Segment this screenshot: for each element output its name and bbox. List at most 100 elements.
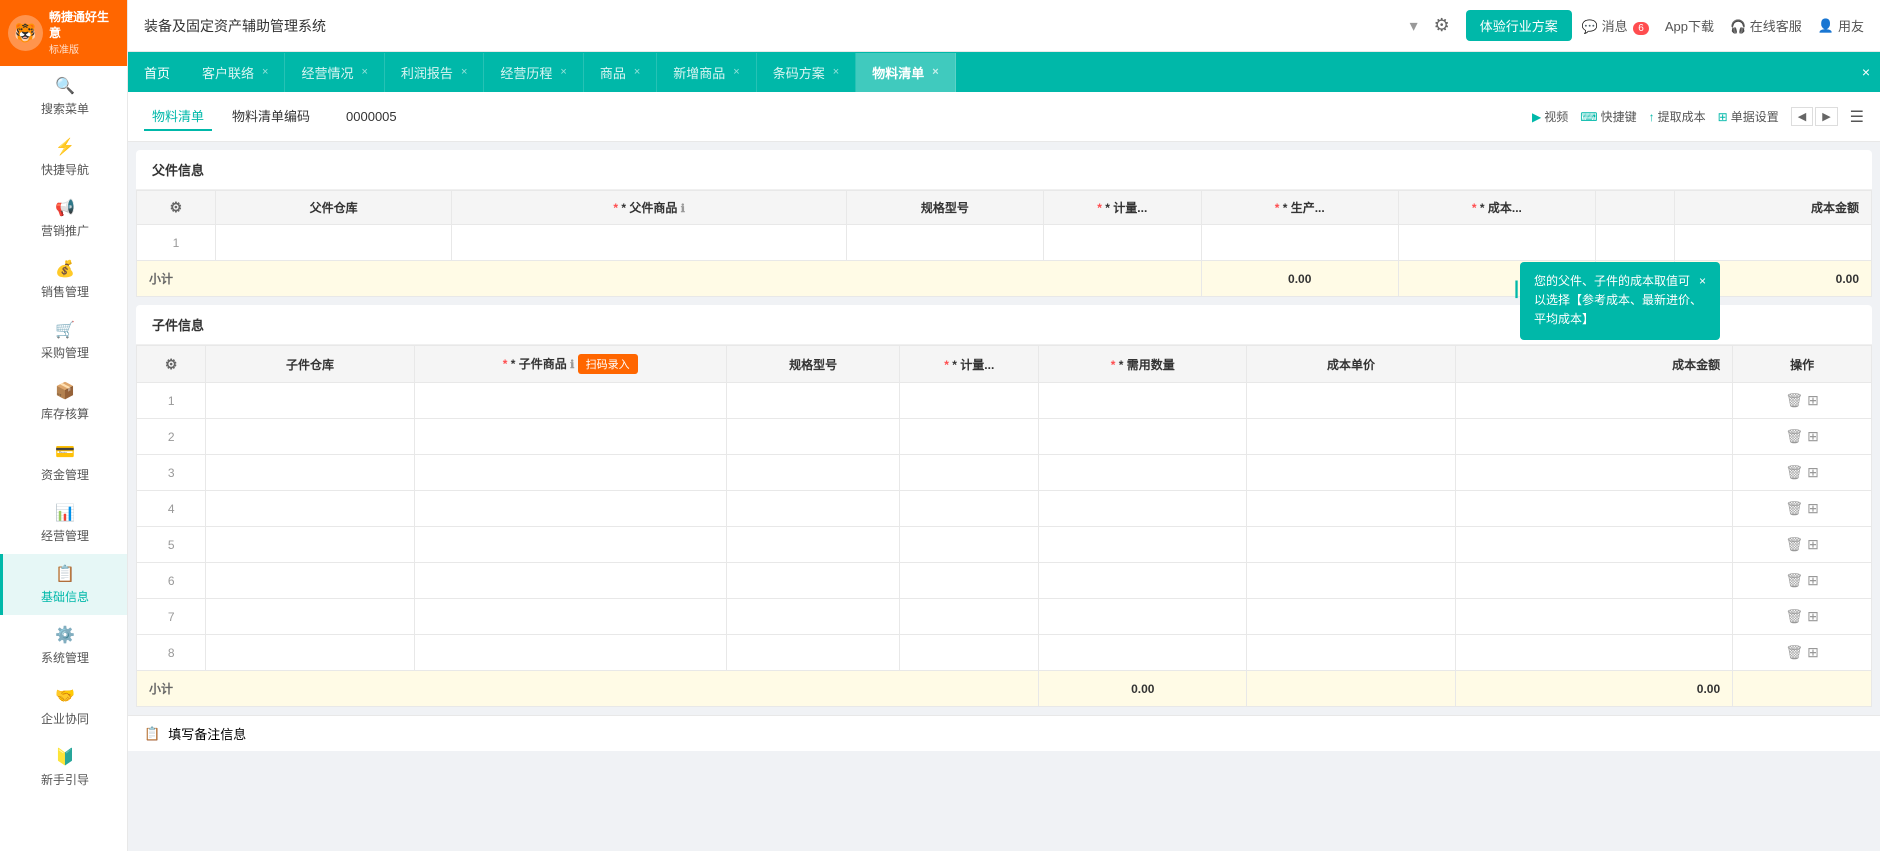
app-download-link[interactable]: App下载 [1665, 16, 1714, 35]
settings-gear-icon[interactable]: ⚙ [1434, 15, 1450, 36]
child-spec-cell[interactable] [726, 491, 900, 527]
child-spec-cell[interactable] [726, 383, 900, 419]
child-unit-cost-cell[interactable] [1247, 383, 1455, 419]
scan-input-button[interactable]: 扫码录入 [578, 354, 638, 374]
child-warehouse-cell[interactable] [206, 455, 414, 491]
child-unit-cost-cell[interactable] [1247, 527, 1455, 563]
tab-new-product[interactable]: 新增商品 × [657, 53, 756, 92]
copy-icon[interactable]: ⊞ [1807, 392, 1819, 409]
sidebar-item-quick-nav[interactable]: ⚡ 快捷导航 [0, 127, 127, 188]
copy-icon[interactable]: ⊞ [1807, 428, 1819, 445]
sidebar-item-finance[interactable]: 💳 资金管理 [0, 432, 127, 493]
sidebar-item-operation[interactable]: 📊 经营管理 [0, 493, 127, 554]
page-tab-bom[interactable]: 物料清单 [144, 102, 212, 131]
child-product-cell[interactable] [414, 455, 726, 491]
delete-icon[interactable]: 🗑 [1785, 428, 1803, 445]
child-unit-cost-cell[interactable] [1247, 635, 1455, 671]
trial-button[interactable]: 体验行业方案 [1466, 10, 1572, 41]
user-avatar[interactable]: 👤 用友 [1818, 16, 1864, 35]
tab-profit[interactable]: 利润报告 × [385, 53, 484, 92]
child-cost-amount-cell[interactable] [1455, 527, 1733, 563]
tab-history[interactable]: 经营历程 × [484, 53, 583, 92]
delete-icon[interactable]: 🗑 [1785, 464, 1803, 481]
tab-barcode[interactable]: 条码方案 × [757, 53, 856, 92]
child-unit-cost-cell[interactable] [1247, 491, 1455, 527]
sidebar-item-system[interactable]: ⚙️ 系统管理 [0, 615, 127, 676]
child-product-cell[interactable] [414, 383, 726, 419]
parent-spec-cell[interactable] [846, 225, 1043, 261]
child-spec-cell[interactable] [726, 527, 900, 563]
child-warehouse-cell[interactable] [206, 383, 414, 419]
child-qty-cell[interactable] [1039, 383, 1247, 419]
sidebar-item-sales[interactable]: 💰 销售管理 [0, 249, 127, 310]
child-product-cell[interactable] [414, 563, 726, 599]
child-warehouse-cell[interactable] [206, 563, 414, 599]
tooltip-close-button[interactable]: × [1699, 272, 1706, 291]
child-product-cell[interactable] [414, 599, 726, 635]
child-settings-gear-icon[interactable]: ⚙ [165, 356, 178, 372]
parent-product-cell[interactable] [452, 225, 846, 261]
child-qty-cell[interactable] [1039, 491, 1247, 527]
child-product-cell[interactable] [414, 419, 726, 455]
child-warehouse-cell[interactable] [206, 635, 414, 671]
child-qty-cell[interactable] [1039, 599, 1247, 635]
delete-icon[interactable]: 🗑 [1785, 644, 1803, 661]
parent-settings-gear-icon[interactable]: ⚙ [170, 199, 183, 215]
delete-icon[interactable]: 🗑 [1785, 392, 1803, 409]
child-unit-cell[interactable] [900, 599, 1039, 635]
view-button[interactable]: ▶ 视频 [1532, 108, 1568, 125]
child-qty-cell[interactable] [1039, 635, 1247, 671]
child-warehouse-cell[interactable] [206, 419, 414, 455]
child-cost-amount-cell[interactable] [1455, 635, 1733, 671]
tab-close-history[interactable]: × [560, 66, 566, 78]
child-unit-cell[interactable] [900, 563, 1039, 599]
tab-product[interactable]: 商品 × [584, 53, 657, 92]
tab-close-barcode[interactable]: × [833, 66, 839, 78]
child-unit-cost-cell[interactable] [1247, 419, 1455, 455]
tab-bom[interactable]: 物料清单 × [856, 53, 955, 92]
copy-icon[interactable]: ⊞ [1807, 608, 1819, 625]
child-qty-cell[interactable] [1039, 455, 1247, 491]
sidebar-item-marketing[interactable]: 📢 营销推广 [0, 188, 127, 249]
child-product-cell[interactable] [414, 635, 726, 671]
tab-customer[interactable]: 客户联络 × [186, 53, 285, 92]
child-spec-cell[interactable] [726, 419, 900, 455]
child-unit-cell[interactable] [900, 383, 1039, 419]
child-unit-cell[interactable] [900, 527, 1039, 563]
child-product-cell[interactable] [414, 491, 726, 527]
child-qty-cell[interactable] [1039, 419, 1247, 455]
delete-icon[interactable]: 🗑 [1785, 608, 1803, 625]
child-qty-cell[interactable] [1039, 563, 1247, 599]
child-unit-cell[interactable] [900, 455, 1039, 491]
child-cost-amount-cell[interactable] [1455, 563, 1733, 599]
sidebar-item-search[interactable]: 🔍 搜索菜单 [0, 66, 127, 127]
copy-icon[interactable]: ⊞ [1807, 644, 1819, 661]
delete-icon[interactable]: 🗑 [1785, 536, 1803, 553]
tab-operation-status[interactable]: 经营情况 × [285, 53, 384, 92]
child-warehouse-cell[interactable] [206, 599, 414, 635]
child-spec-cell[interactable] [726, 635, 900, 671]
copy-icon[interactable]: ⊞ [1807, 536, 1819, 553]
child-spec-cell[interactable] [726, 455, 900, 491]
child-cost-amount-cell[interactable] [1455, 419, 1733, 455]
child-unit-cell[interactable] [900, 419, 1039, 455]
child-qty-cell[interactable] [1039, 527, 1247, 563]
child-cost-amount-cell[interactable] [1455, 491, 1733, 527]
sidebar-item-guide[interactable]: 🔰 新手引导 [0, 737, 127, 798]
copy-icon[interactable]: ⊞ [1807, 464, 1819, 481]
tab-home[interactable]: 首页 [128, 53, 186, 92]
copy-icon[interactable]: ⊞ [1807, 572, 1819, 589]
tab-close-customer[interactable]: × [262, 66, 268, 78]
dropdown-arrow-icon[interactable]: ▾ [1410, 16, 1418, 36]
child-unit-cost-cell[interactable] [1247, 455, 1455, 491]
parent-cost-cell[interactable] [1398, 225, 1595, 261]
tab-close-operation-status[interactable]: × [361, 66, 367, 78]
tab-close-product[interactable]: × [634, 66, 640, 78]
child-unit-cost-cell[interactable] [1247, 563, 1455, 599]
child-unit-cell[interactable] [900, 635, 1039, 671]
sidebar-item-purchase[interactable]: 🛒 采购管理 [0, 310, 127, 371]
child-product-cell[interactable] [414, 527, 726, 563]
parent-unit-cell[interactable] [1043, 225, 1201, 261]
tab-close-bom[interactable]: × [932, 66, 938, 78]
child-warehouse-cell[interactable] [206, 491, 414, 527]
